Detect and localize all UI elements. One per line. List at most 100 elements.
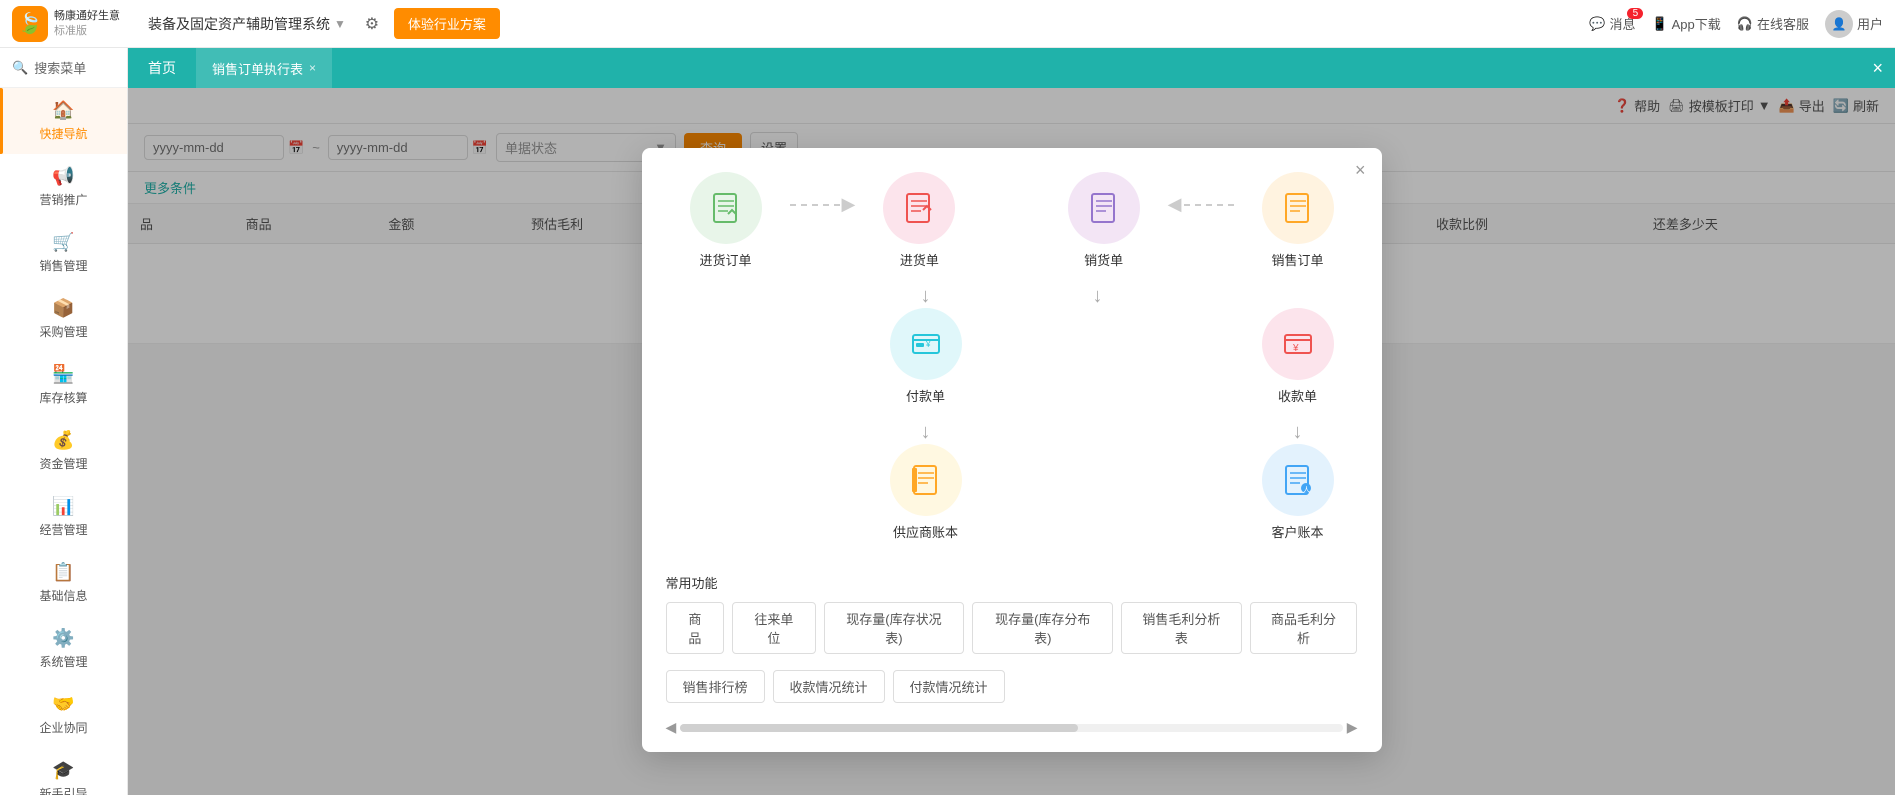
purchase-label: 采购管理 [39,323,87,340]
message-button[interactable]: 💬 消息 5 [1589,14,1635,33]
sidebar-item-finance[interactable]: 💰资金管理 [0,418,127,484]
receipt-icon: ¥ [1280,326,1316,362]
receipt-circle: ¥ [1262,308,1334,380]
flow-node-supplier[interactable]: 供应商账本 [866,444,986,541]
svg-text:¥: ¥ [1292,343,1299,354]
sidebar-item-system[interactable]: ⚙️系统管理 [0,616,127,682]
common-btn-往来单位[interactable]: 往来单位 [732,602,815,654]
supplier-label: 供应商账本 [893,522,958,541]
arrow-down-1: ↓ [866,285,986,308]
purchase-bill-label: 进货单 [900,250,939,269]
system-label: 系统管理 [39,653,87,670]
enterprise-icon: 🤝 [52,694,74,715]
purchase-order-icon [708,190,744,226]
common-btn-付款情况统计[interactable]: 付款情况统计 [893,670,1005,703]
tab-bar: 首页 销售订单执行表 × × [128,48,1895,88]
download-icon: 📱 [1651,16,1667,32]
common-btn-收款情况统计[interactable]: 收款情况统计 [773,670,885,703]
scroll-right-btn[interactable]: ▶ [1347,719,1358,736]
common-btn-商品[interactable]: 商品 [666,602,725,654]
scrollbar-track[interactable] [680,724,1342,732]
sidebar-item-enterprise[interactable]: 🤝 企业协同 [0,682,127,748]
logo-line2: 标准版 [54,24,120,38]
guide-label: 新手引导 [39,785,87,795]
common-btn-商品毛利分析[interactable]: 商品毛利分析 [1250,602,1358,654]
payment-label: 付款单 [906,386,945,405]
purchase-order-label: 进货订单 [699,250,751,269]
flow-section: 进货订单 ▶ [666,172,1358,557]
logo-line1: 畅康通好生意 [54,9,120,23]
enterprise-label: 企业协同 [39,719,87,736]
system-title: 装备及固定资产辅助管理系统 ▼ [140,14,354,34]
user-menu-button[interactable]: 👤 用户 [1825,10,1883,38]
page-content: ❓ 帮助 🖨 按模板打印 ▼ 📤 导出 🔄 [128,88,1895,795]
sidebar: 🔍 搜索菜单 🏠快捷导航📢营销推广 🛒 销售管理 📦采购管理 🏪 库存核算 💰资金管理 📊 经营… [0,48,128,795]
operations-label: 经营管理 [39,521,87,538]
search-menu-button[interactable]: 🔍 搜索菜单 [0,48,127,88]
scroll-left-btn[interactable]: ◀ [666,719,677,736]
active-indicator [0,88,3,154]
sidebar-item-operations[interactable]: 📊 经营管理 [0,484,127,550]
sidebar-item-quick-nav[interactable]: 🏠快捷导航 [0,88,127,154]
flow-node-customer[interactable]: 人 客户账本 [1238,444,1358,541]
sale-order-circle [1262,172,1334,244]
common-btn-销售排行榜[interactable]: 销售排行榜 [666,670,765,703]
basic-icon: 📋 [52,562,74,583]
main-area: 🔍 搜索菜单 🏠快捷导航📢营销推广 🛒 销售管理 📦采购管理 🏪 库存核算 💰资金管理 📊 经营… [0,48,1895,795]
message-icon: 💬 [1589,16,1605,32]
customer-label: 客户账本 [1271,522,1323,541]
flow-node-purchase-order[interactable]: 进货订单 [666,172,786,269]
sale-order-icon [1280,190,1316,226]
inventory-label: 库存核算 [39,389,87,406]
sidebar-item-guide[interactable]: 🎓 新手引导 [0,748,127,795]
purchase-order-circle [690,172,762,244]
arrow-down-2: ↓ [1038,285,1158,308]
content-area: 首页 销售订单执行表 × × ❓ 帮助 [128,48,1895,795]
tab-home[interactable]: 首页 [128,48,196,88]
top-right-area: 💬 消息 5 📱 App下载 🎧 在线客服 👤 用户 [1589,10,1883,38]
tab-close-icon[interactable]: × [309,61,316,75]
common-title: 常用功能 [666,573,1358,592]
sidebar-item-inventory[interactable]: 🏪 库存核算 [0,352,127,418]
svg-text:¥: ¥ [925,340,931,349]
sidebar-nav: 🏠快捷导航📢营销推广 🛒 销售管理 📦采购管理 🏪 库存核算 💰资金管理 📊 经营管理 📋基础信息… [0,88,127,795]
dropdown-arrow-icon[interactable]: ▼ [334,17,346,31]
online-service-button[interactable]: 🎧 在线客服 [1737,14,1809,33]
receipt-label: 收款单 [1278,386,1317,405]
sidebar-item-sales[interactable]: 🛒 销售管理 [0,220,127,286]
search-icon: 🔍 [12,60,28,76]
quick-nav-icon: 🏠 [52,100,74,121]
payment-circle: ¥ [890,308,962,380]
close-content-icon[interactable]: × [1872,58,1895,79]
supplier-icon [908,462,944,498]
common-btn-现存量库存状况表[interactable]: 现存量(库存状况表) [824,602,965,654]
purchase-bill-circle [883,172,955,244]
quick-nav-modal: × [642,148,1382,752]
experience-button[interactable]: 体验行业方案 [394,8,500,39]
logo-area: 🍃 畅康通好生意 标准版 [12,6,140,42]
modal-close-button[interactable]: × [1355,160,1366,181]
guide-icon: 🎓 [52,760,74,781]
sidebar-item-purchase[interactable]: 📦采购管理 [0,286,127,352]
sidebar-item-basic[interactable]: 📋基础信息 [0,550,127,616]
marketing-label: 营销推广 [39,191,87,208]
sales-icon: 🛒 [52,232,74,253]
flow-node-sale-bill[interactable]: 销货单 [1044,172,1164,269]
operations-icon: 📊 [52,496,74,517]
arrow-2: ◀ [1164,194,1238,215]
flow-node-sale-order[interactable]: 销售订单 [1238,172,1358,269]
app-download-button[interactable]: 📱 App下载 [1651,14,1720,33]
common-btn-销售毛利分析表[interactable]: 销售毛利分析表 [1121,602,1241,654]
flow-node-payment[interactable]: ¥ 付款单 [866,308,986,405]
flow-row-1: 进货订单 ▶ [666,172,1358,269]
sidebar-item-marketing[interactable]: 📢营销推广 [0,154,127,220]
common-btn-现存量库存分布表[interactable]: 现存量(库存分布表) [972,602,1113,654]
inventory-icon: 🏪 [52,364,74,385]
flow-node-receipt[interactable]: ¥ 收款单 [1238,308,1358,405]
gear-button[interactable]: ⚙ [358,10,386,38]
flow-node-purchase-bill[interactable]: 进货单 [859,172,979,269]
common-btns-container: 商品往来单位现存量(库存状况表)现存量(库存分布表)销售毛利分析表商品毛利分析销… [666,602,1358,703]
sales-label: 销售管理 [39,257,87,274]
tab-sales-order[interactable]: 销售订单执行表 × [196,48,332,88]
scrollbar-thumb [680,724,1077,732]
